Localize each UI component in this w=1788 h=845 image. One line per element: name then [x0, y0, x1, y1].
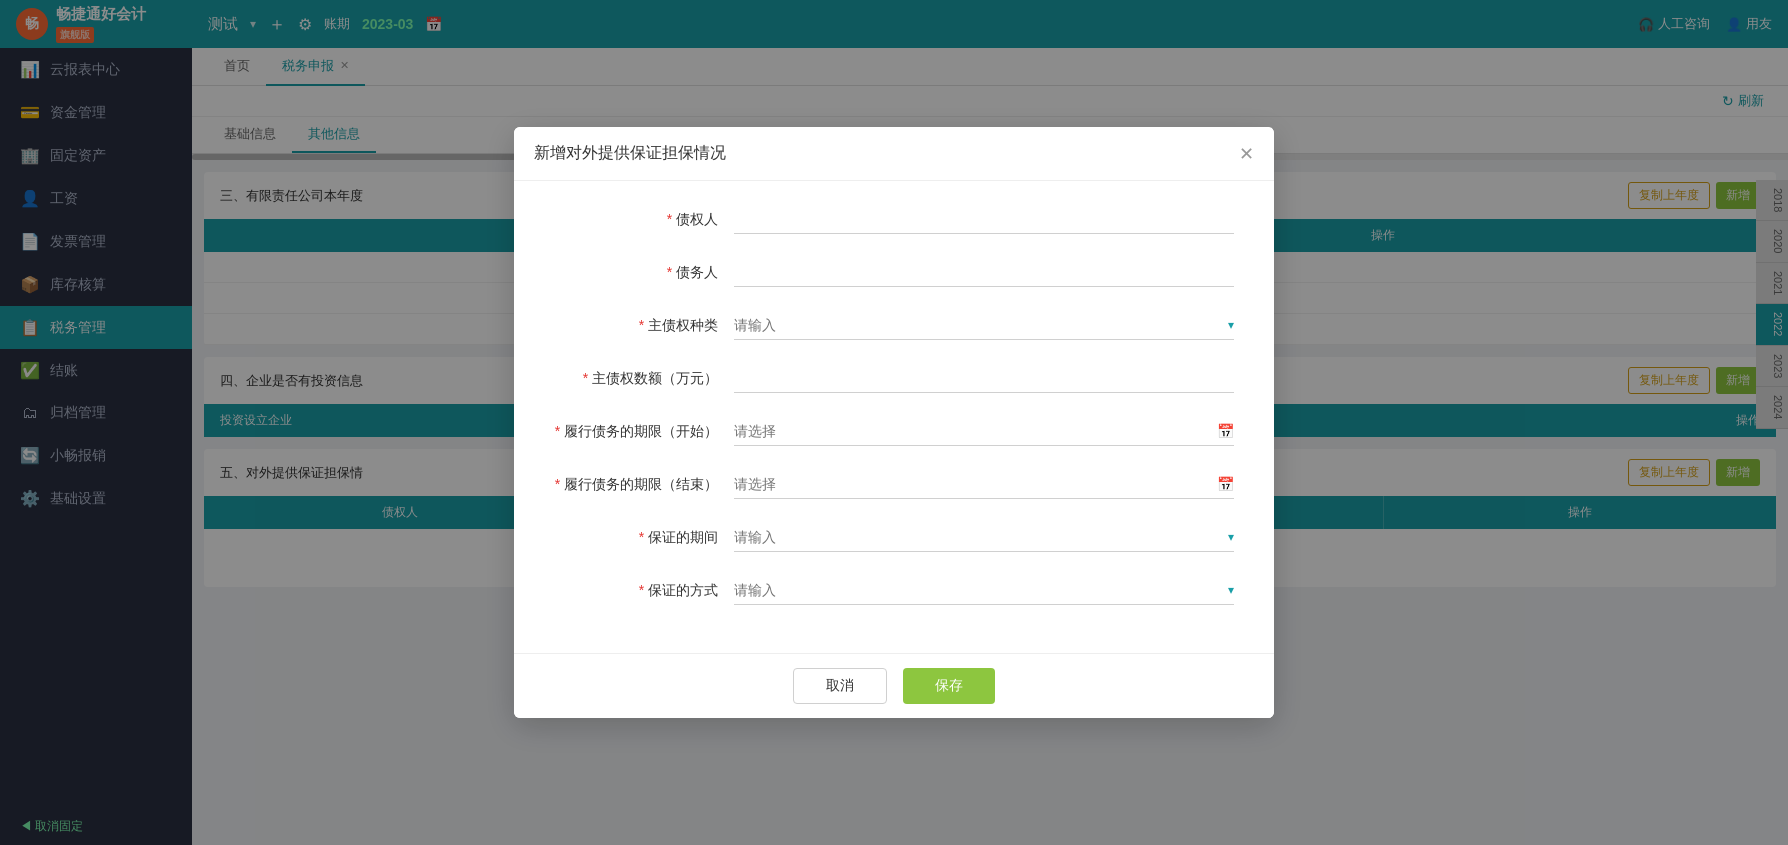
label-guarantee-period: * 保证的期间 [554, 529, 734, 547]
form-row-debt-amount: * 主债权数额（万元） [554, 364, 1234, 393]
chevron-down-icon: ▾ [1228, 318, 1234, 332]
form-row-debtor: * 债务人 [554, 258, 1234, 287]
input-debtor[interactable] [734, 258, 1234, 287]
label-period-start: * 履行债务的期限（开始） [554, 423, 734, 441]
date-period-end[interactable]: 📅 [734, 470, 1234, 499]
form-row-debt-type: * 主债权种类 ▾ [554, 311, 1234, 340]
calendar-end-icon[interactable]: 📅 [1217, 476, 1234, 492]
label-guarantee-method: * 保证的方式 [554, 582, 734, 600]
label-debtor: * 债务人 [554, 264, 734, 282]
input-period-end[interactable] [734, 476, 1217, 492]
form-row-guarantee-method: * 保证的方式 ▾ [554, 576, 1234, 605]
modal-body: * 债权人 * 债务人 * 主债权种类 [514, 181, 1274, 653]
select-debt-type[interactable]: ▾ [734, 311, 1234, 340]
form-row-creditor: * 债权人 [554, 205, 1234, 234]
label-creditor: * 债权人 [554, 211, 734, 229]
input-debt-amount[interactable] [734, 364, 1234, 393]
select-guarantee-period[interactable]: ▾ [734, 523, 1234, 552]
chevron-down-icon-3: ▾ [1228, 583, 1234, 597]
input-guarantee-period[interactable] [734, 529, 1228, 545]
input-period-start[interactable] [734, 423, 1217, 439]
modal-title: 新增对外提供保证担保情况 [534, 143, 726, 164]
label-debt-type: * 主债权种类 [554, 317, 734, 335]
form-row-period-start: * 履行债务的期限（开始） 📅 [554, 417, 1234, 446]
select-guarantee-method[interactable]: ▾ [734, 576, 1234, 605]
form-row-guarantee-period: * 保证的期间 ▾ [554, 523, 1234, 552]
modal: 新增对外提供保证担保情况 ✕ * 债权人 * 债务人 [514, 127, 1274, 718]
modal-footer: 取消 保存 [514, 653, 1274, 718]
form-row-period-end: * 履行债务的期限（结束） 📅 [554, 470, 1234, 499]
modal-close-button[interactable]: ✕ [1239, 145, 1254, 163]
save-button[interactable]: 保存 [903, 668, 995, 704]
calendar-start-icon[interactable]: 📅 [1217, 423, 1234, 439]
chevron-down-icon-2: ▾ [1228, 530, 1234, 544]
modal-overlay[interactable]: 新增对外提供保证担保情况 ✕ * 债权人 * 债务人 [0, 0, 1788, 845]
cancel-button[interactable]: 取消 [793, 668, 887, 704]
modal-header: 新增对外提供保证担保情况 ✕ [514, 127, 1274, 181]
input-creditor[interactable] [734, 205, 1234, 234]
input-guarantee-method[interactable] [734, 582, 1228, 598]
label-period-end: * 履行债务的期限（结束） [554, 476, 734, 494]
date-period-start[interactable]: 📅 [734, 417, 1234, 446]
input-debt-type[interactable] [734, 317, 1228, 333]
label-debt-amount: * 主债权数额（万元） [554, 370, 734, 388]
